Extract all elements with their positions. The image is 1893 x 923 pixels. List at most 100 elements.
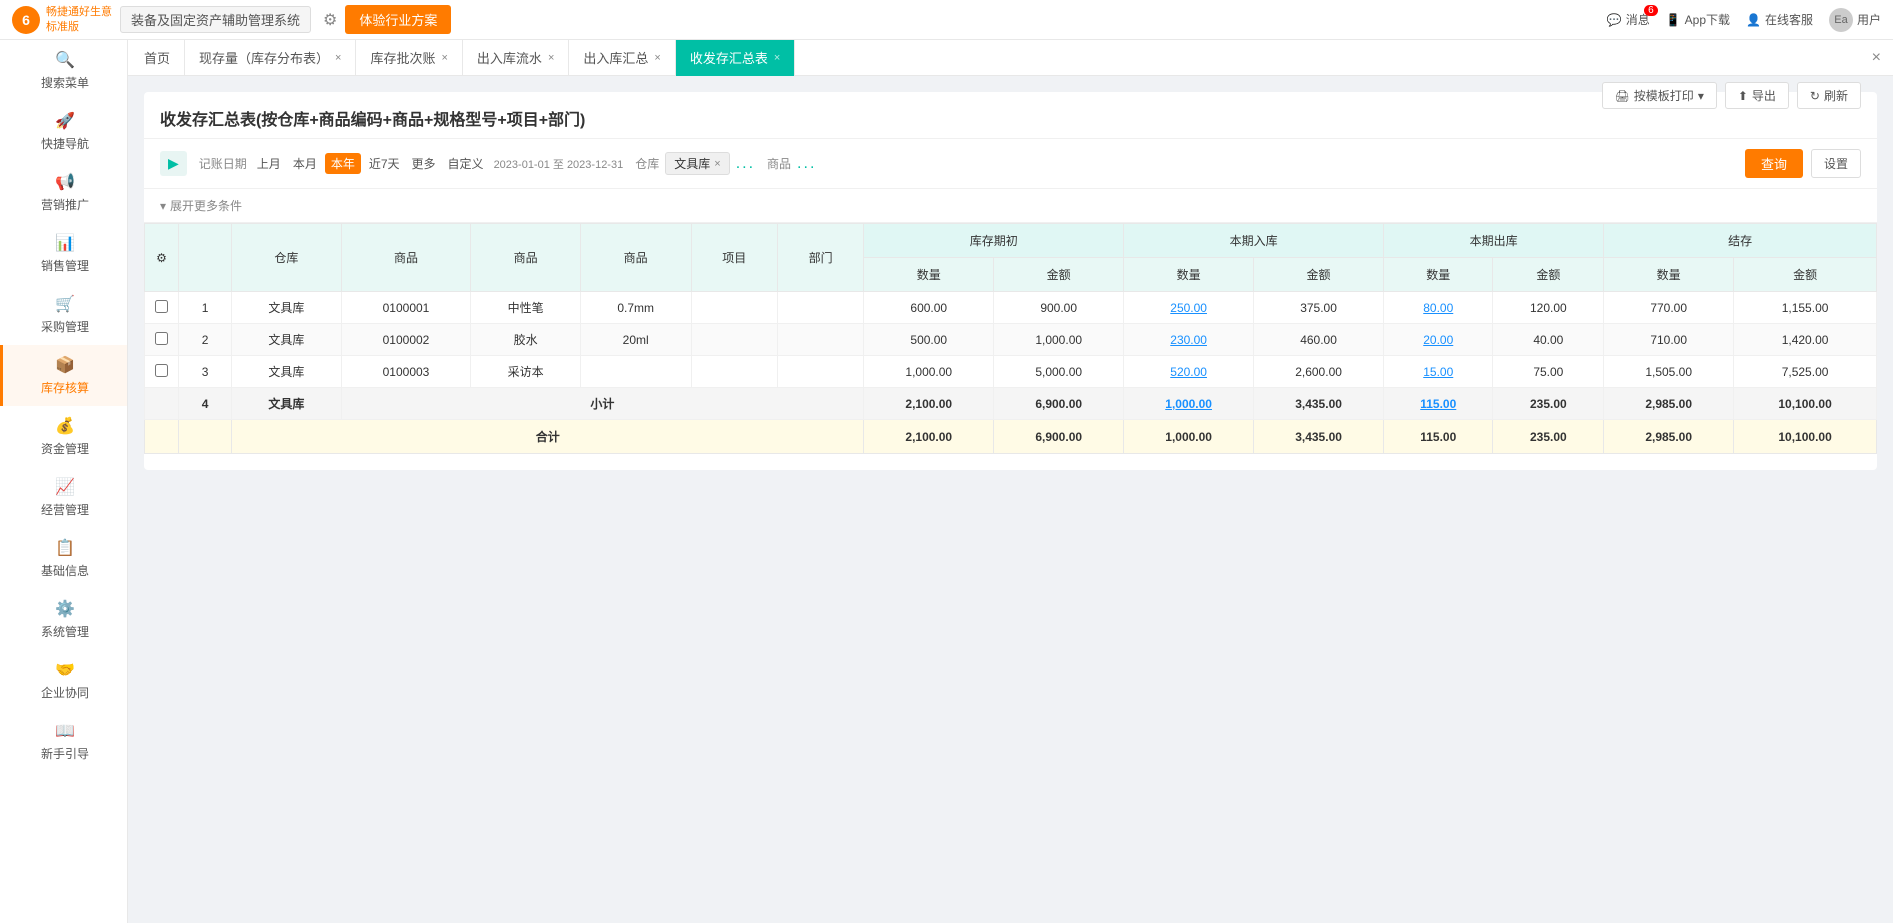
row-bal-amt: 1,155.00 [1734,292,1877,324]
th-out-amt: 金额 [1493,258,1604,292]
tab-inventory-dist[interactable]: 现存量（库存分布表） × [185,40,356,76]
tab-bar: 首页 现存量（库存分布表） × 库存批次账 × 出入库流水 × 出入库汇总 × … [128,40,1893,76]
tab-close-recv-summary[interactable]: × [774,52,780,64]
sidebar-item-system[interactable]: ⚙️ 系统管理 [0,589,127,650]
total-out-qty: 115.00 [1384,420,1493,454]
sidebar-item-collab[interactable]: 🤝 企业协同 [0,650,127,711]
sidebar-item-finance[interactable]: 💰 资金管理 [0,406,127,467]
tab-close-inventory-dist[interactable]: × [335,52,341,64]
sidebar-item-search[interactable]: 🔍 搜索菜单 [0,40,127,101]
row-warehouse: 文具库 [232,356,341,388]
refresh-btn[interactable]: ↻ 刷新 [1797,82,1861,109]
sidebar-item-inventory[interactable]: 📦 库存核算 [0,345,127,406]
row-project [691,292,777,324]
th-balance: 结存 [1604,224,1877,258]
tab-bar-close-btn[interactable]: × [1860,49,1893,67]
main-content: 首页 现存量（库存分布表） × 库存批次账 × 出入库流水 × 出入库汇总 × … [128,40,1893,923]
expand-icon: ▾ [160,199,166,213]
sidebar-item-nav[interactable]: 🚀 快捷导航 [0,101,127,162]
total-init-amt: 6,900.00 [994,420,1124,454]
row-checkbox[interactable] [145,356,179,388]
export-btn[interactable]: ⬆ 导出 [1725,82,1789,109]
goods-more-btn[interactable]: ... [797,155,816,173]
row-spec: 20ml [580,324,691,356]
avatar: Ea [1829,8,1853,32]
sidebar-item-sales[interactable]: 📊 销售管理 [0,223,127,284]
warehouse-more-btn[interactable]: ... [736,155,755,173]
guide-icon: 📖 [55,721,75,741]
date-range: 2023-01-01 至 2023-12-31 [494,156,624,172]
page-actions: 🖨 按模板打印 ▾ ⬆ 导出 ↻ 刷新 [1602,82,1861,109]
subtotal-in-qty[interactable]: 1,000.00 [1124,388,1254,420]
message-btn[interactable]: 💬 消息 6 [1607,11,1650,28]
tab-inout-summary[interactable]: 出入库汇总 × [569,40,675,76]
table-wrap: ⚙ 仓库 商品 商品 商品 项目 部门 库存期初 本期入库 [144,223,1877,470]
inventory-icon: 📦 [55,355,75,375]
date-btn-this-month[interactable]: 本月 [289,153,321,174]
tab-batch[interactable]: 库存批次账 × [356,40,462,76]
experience-btn[interactable]: 体验行业方案 [345,5,451,34]
settings-icon[interactable]: ⚙ [323,10,337,30]
user-btn[interactable]: Ea 用户 [1829,8,1881,32]
sidebar-item-base[interactable]: 📋 基础信息 [0,528,127,589]
app-download-btn[interactable]: 📱 App下载 [1666,11,1730,28]
row-init-qty: 1,000.00 [864,356,994,388]
export-icon: ⬆ [1738,89,1748,103]
tab-close-inout-summary[interactable]: × [654,52,660,64]
row-out-qty[interactable]: 15.00 [1384,356,1493,388]
row-in-qty[interactable]: 250.00 [1124,292,1254,324]
subtotal-label: 小计 [341,388,864,420]
th-code: 商品 [341,224,471,292]
sidebar-item-guide[interactable]: 📖 新手引导 [0,711,127,772]
sidebar-item-business[interactable]: 📈 经营管理 [0,467,127,528]
row-dept [777,292,863,324]
total-out-amt: 235.00 [1493,420,1604,454]
date-btn-more[interactable]: 更多 [408,153,440,174]
date-btn-last-month[interactable]: 上月 [253,153,285,174]
row-in-amt: 2,600.00 [1254,356,1384,388]
sidebar-item-purchase[interactable]: 🛒 采购管理 [0,284,127,345]
subtotal-row: 4 文具库 小计 2,100.00 6,900.00 1,000.00 3,43… [145,388,1877,420]
finance-icon: 💰 [55,416,75,436]
subtotal-out-qty[interactable]: 115.00 [1384,388,1493,420]
table-row: 2 文具库 0100002 胶水 20ml 500.00 1,000.00 23… [145,324,1877,356]
row-in-amt: 375.00 [1254,292,1384,324]
expand-more-btn[interactable]: ▾ 展开更多条件 [160,193,1861,218]
logo-text: 畅捷通好生意 标准版 [46,5,112,34]
th-spec: 商品 [580,224,691,292]
sidebar-item-marketing[interactable]: 📢 营销推广 [0,162,127,223]
tab-recv-summary[interactable]: 收发存汇总表 × [676,40,795,76]
date-btn-custom[interactable]: 自定义 [444,153,488,174]
table-settings-icon[interactable]: ⚙ [156,251,167,265]
date-btn-7days[interactable]: 近7天 [365,153,404,174]
online-service-btn[interactable]: 👤 在线客服 [1746,11,1813,28]
date-btn-this-year[interactable]: 本年 [325,153,361,174]
purchase-icon: 🛒 [55,294,75,314]
sales-icon: 📊 [55,233,75,253]
tab-close-batch[interactable]: × [441,52,447,64]
warehouse-filter-label: 仓库 [635,155,659,172]
settings-btn[interactable]: 设置 [1811,149,1861,178]
page-title: 收发存汇总表(按仓库+商品编码+商品+规格型号+项目+部门) [160,112,585,129]
row-in-qty[interactable]: 520.00 [1124,356,1254,388]
tab-close-inout-flow[interactable]: × [548,52,554,64]
row-checkbox[interactable] [145,324,179,356]
row-in-qty[interactable]: 230.00 [1124,324,1254,356]
query-btn[interactable]: 查询 [1745,149,1803,178]
row-out-qty[interactable]: 20.00 [1384,324,1493,356]
subtotal-in-amt: 3,435.00 [1254,388,1384,420]
filter-toggle-btn[interactable]: ▶ [160,151,187,176]
th-settings[interactable]: ⚙ [145,224,179,292]
tab-inout-flow[interactable]: 出入库流水 × [463,40,569,76]
row-checkbox[interactable] [145,292,179,324]
warehouse-tag-close[interactable]: × [714,158,720,170]
chevron-down-icon: ▾ [1698,89,1704,103]
marketing-icon: 📢 [55,172,75,192]
warehouse-filter-group: 仓库 文具库 × ... [635,152,755,175]
th-in-stock: 本期入库 [1124,224,1384,258]
warehouse-tag[interactable]: 文具库 × [665,152,729,175]
row-out-qty[interactable]: 80.00 [1384,292,1493,324]
tab-home[interactable]: 首页 [128,40,185,76]
print-btn[interactable]: 🖨 按模板打印 ▾ [1602,82,1717,109]
row-project [691,324,777,356]
